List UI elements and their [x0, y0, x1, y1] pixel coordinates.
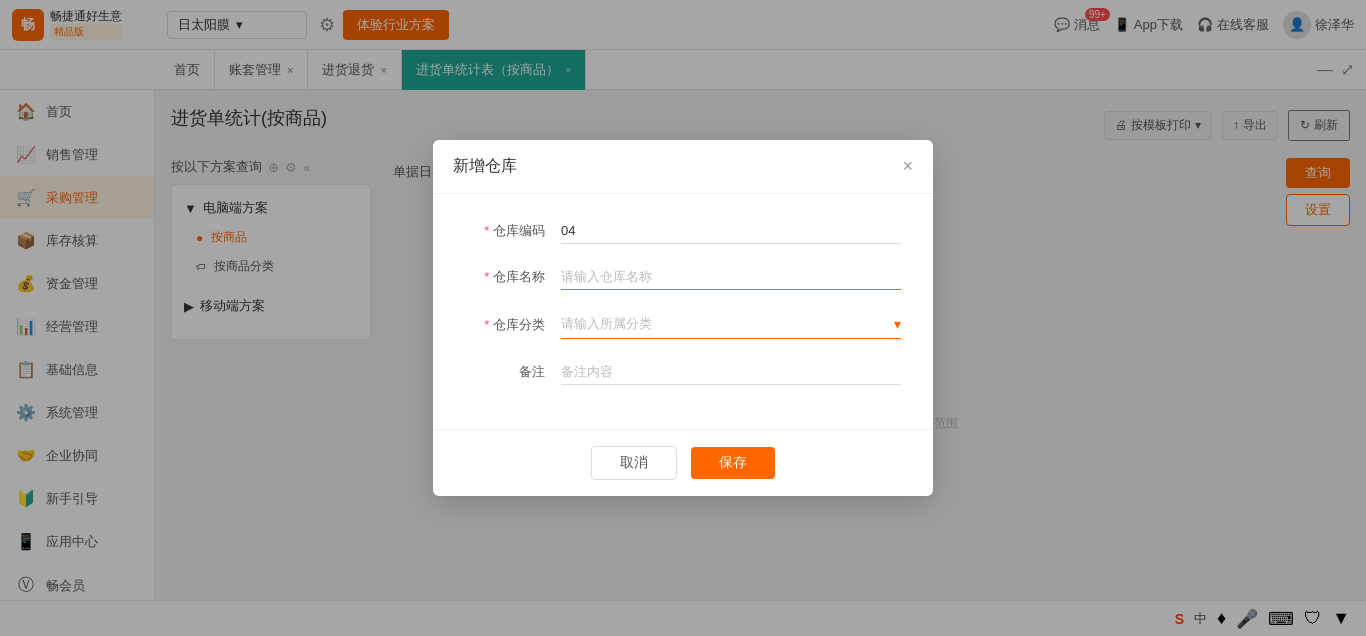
dialog-title: 新增仓库 [453, 156, 517, 177]
category-placeholder: 请输入所属分类 [561, 315, 652, 333]
save-btn[interactable]: 保存 [691, 447, 775, 479]
name-input[interactable] [561, 264, 901, 290]
form-row-note: 备注 [465, 359, 901, 385]
modal-overlay: 新增仓库 × 仓库编码 仓库名称 仓库分类 请输入所属分类 ▾ [0, 0, 1366, 636]
new-warehouse-dialog: 新增仓库 × 仓库编码 仓库名称 仓库分类 请输入所属分类 ▾ [433, 140, 933, 496]
code-input[interactable] [561, 218, 901, 244]
form-row-code: 仓库编码 [465, 218, 901, 244]
dialog-body: 仓库编码 仓库名称 仓库分类 请输入所属分类 ▾ 备注 [433, 194, 933, 429]
category-arrow-icon: ▾ [894, 316, 901, 332]
form-row-name: 仓库名称 [465, 264, 901, 290]
note-input[interactable] [561, 359, 901, 385]
form-row-category: 仓库分类 请输入所属分类 ▾ [465, 310, 901, 339]
cancel-btn[interactable]: 取消 [591, 446, 677, 480]
code-label: 仓库编码 [465, 222, 545, 240]
dialog-close-btn[interactable]: × [902, 156, 913, 177]
dialog-footer: 取消 保存 [433, 429, 933, 496]
dialog-header: 新增仓库 × [433, 140, 933, 194]
note-label: 备注 [465, 363, 545, 381]
name-label: 仓库名称 [465, 268, 545, 286]
category-select[interactable]: 请输入所属分类 ▾ [561, 310, 901, 339]
category-label: 仓库分类 [465, 316, 545, 334]
